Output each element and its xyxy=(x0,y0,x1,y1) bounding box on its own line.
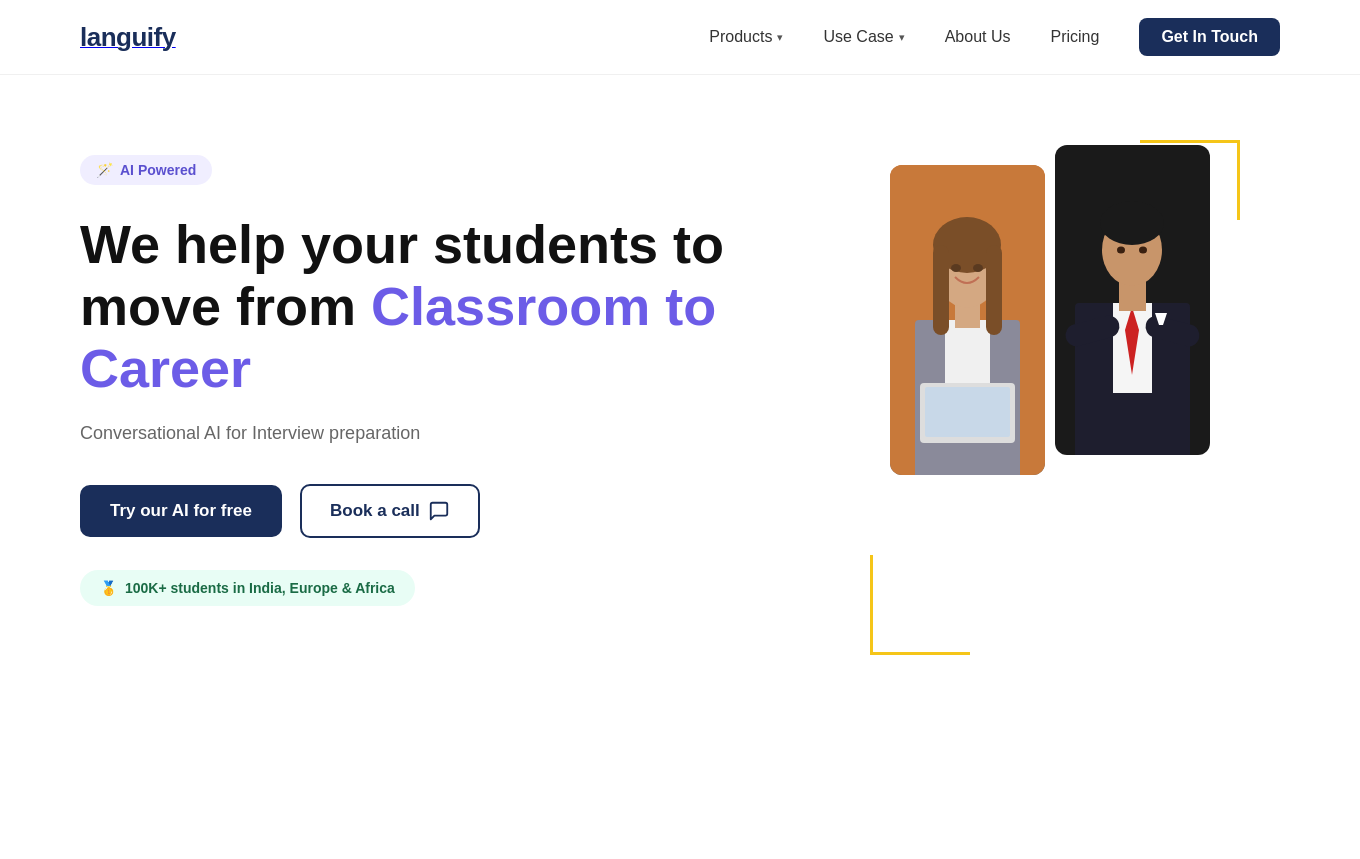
hero-content: 🪄 AI Powered We help your students to mo… xyxy=(80,135,760,606)
ai-powered-badge: 🪄 AI Powered xyxy=(80,155,212,185)
nav-use-case[interactable]: Use Case ▾ xyxy=(823,28,904,46)
nav-products[interactable]: Products ▾ xyxy=(709,28,783,46)
wand-icon: 🪄 xyxy=(96,162,113,178)
nav-get-in-touch[interactable]: Get In Touch xyxy=(1139,18,1280,56)
male-silhouette xyxy=(1055,145,1210,455)
medal-icon: 🥇 xyxy=(100,580,117,596)
svg-point-9 xyxy=(973,264,983,272)
svg-rect-7 xyxy=(986,245,1002,335)
cta-group: Try our AI for free Book a call xyxy=(80,484,760,538)
female-student-image xyxy=(890,165,1045,475)
students-text: 100K+ students in India, Europe & Africa xyxy=(125,580,395,596)
chevron-down-icon: ▾ xyxy=(899,31,905,44)
svg-point-20 xyxy=(1139,247,1147,254)
nav-pricing[interactable]: Pricing xyxy=(1051,28,1100,46)
students-count-badge: 🥇 100K+ students in India, Europe & Afri… xyxy=(80,570,415,606)
svg-point-19 xyxy=(1117,247,1125,254)
hero-images xyxy=(860,145,1280,665)
badge-text: AI Powered xyxy=(120,162,196,178)
chevron-down-icon: ▾ xyxy=(777,31,783,44)
bottom-left-bracket-decoration xyxy=(870,555,970,655)
main-nav: Products ▾ Use Case ▾ About Us Pricing G… xyxy=(709,18,1280,56)
svg-rect-6 xyxy=(933,245,949,335)
male-student-image xyxy=(1055,145,1210,455)
nav-about-us[interactable]: About Us xyxy=(945,28,1011,46)
site-header: languify Products ▾ Use Case ▾ About Us … xyxy=(0,0,1360,75)
try-ai-button[interactable]: Try our AI for free xyxy=(80,485,282,537)
svg-point-18 xyxy=(1100,201,1164,245)
svg-rect-11 xyxy=(925,387,1010,437)
female-silhouette xyxy=(890,165,1045,475)
book-call-button[interactable]: Book a call xyxy=(300,484,480,538)
logo[interactable]: languify xyxy=(80,22,176,53)
chat-icon xyxy=(428,500,450,522)
hero-subtitle: Conversational AI for Interview preparat… xyxy=(80,423,760,444)
svg-point-8 xyxy=(951,264,961,272)
hero-section: 🪄 AI Powered We help your students to mo… xyxy=(0,75,1360,795)
hero-title: We help your students to move from Class… xyxy=(80,213,760,399)
